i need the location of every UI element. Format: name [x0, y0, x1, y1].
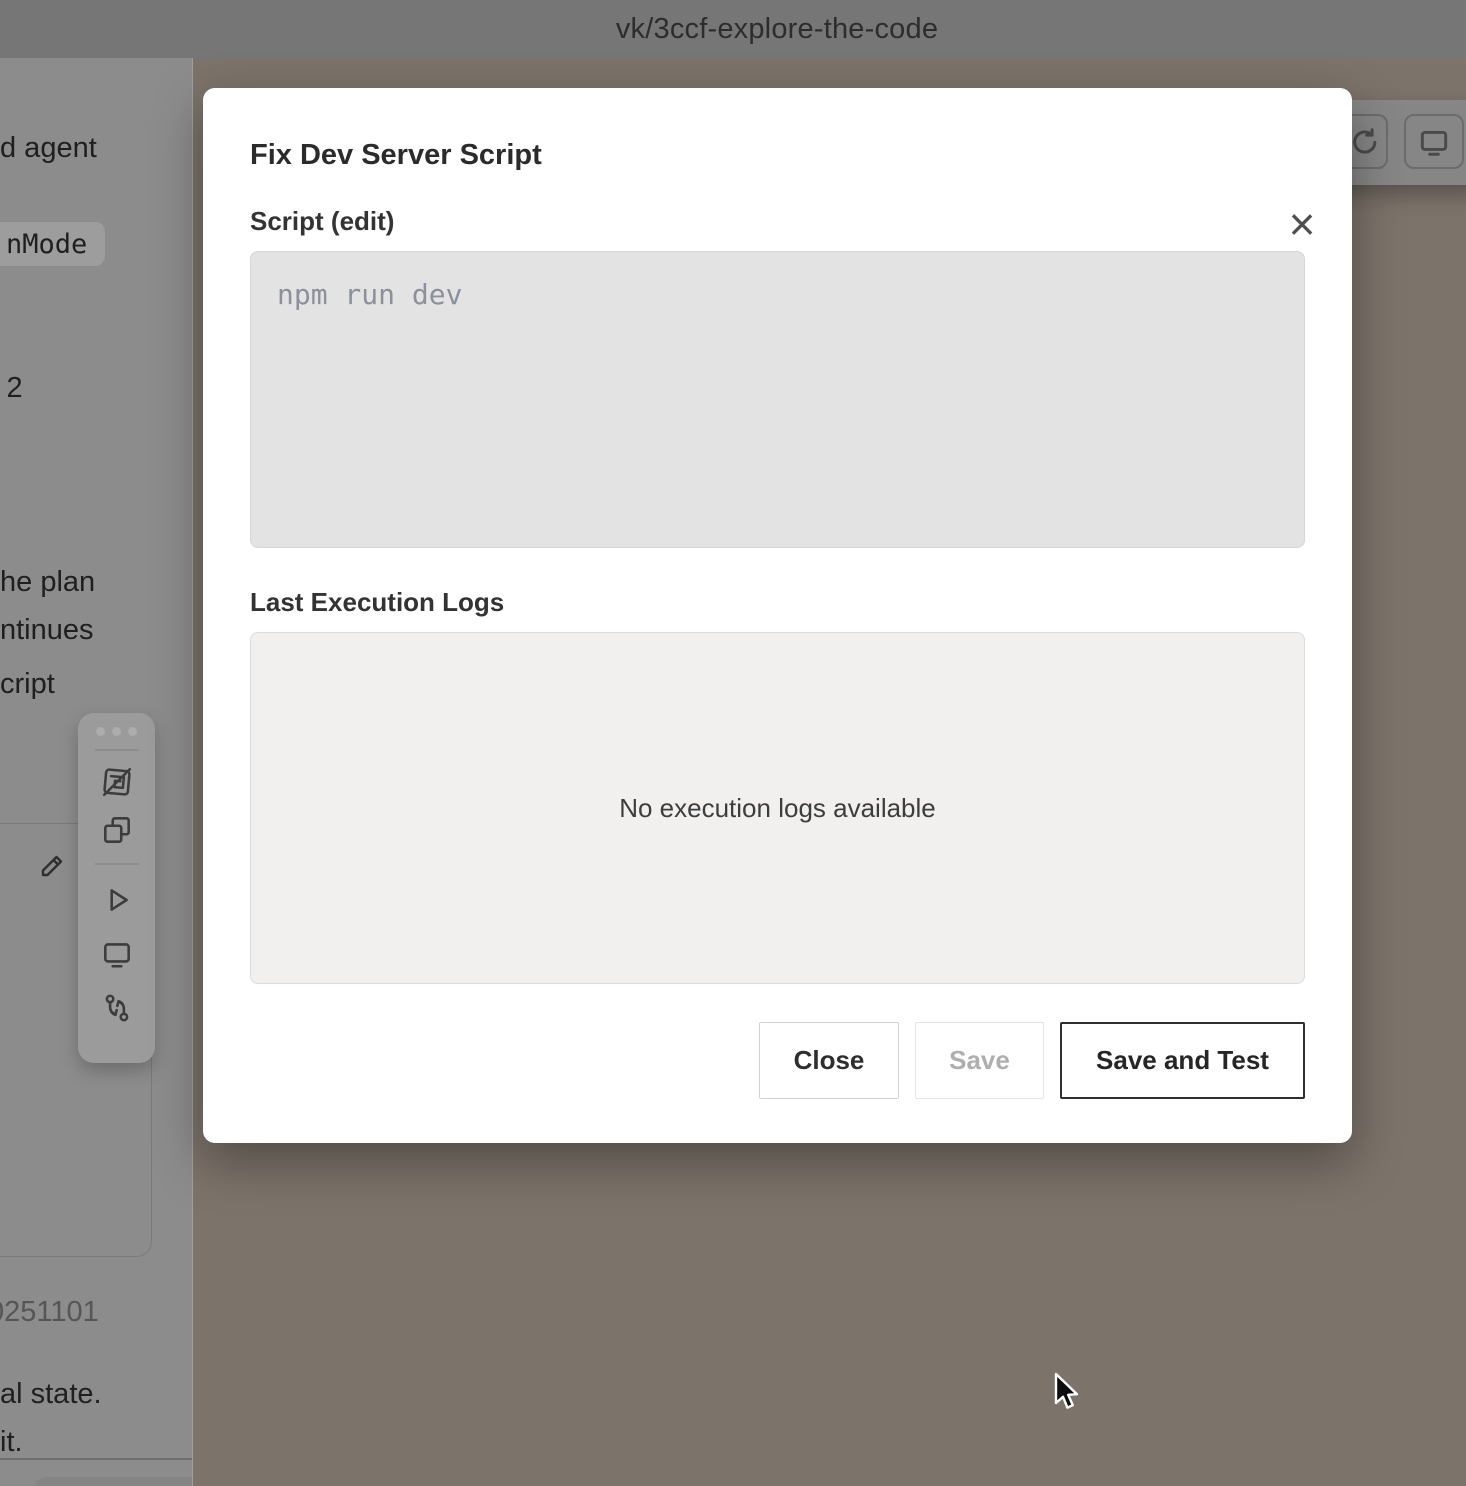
sidebar-divider — [0, 1458, 192, 1460]
close-icon[interactable]: × — [1278, 200, 1326, 248]
git-compare-icon[interactable] — [98, 989, 136, 1027]
monitor-icon — [1420, 130, 1448, 156]
window-title: vk/3ccf-explore-the-code — [615, 12, 939, 45]
copy-icon[interactable] — [98, 811, 136, 849]
save-button[interactable]: Save — [915, 1022, 1044, 1099]
timestamp-fragment: 0251101 — [0, 1296, 99, 1328]
app-logo-icon[interactable] — [98, 763, 136, 801]
drag-handle-icon[interactable] — [96, 727, 137, 736]
toolbar-divider — [94, 749, 139, 751]
monitor-icon[interactable] — [98, 935, 136, 973]
close-button[interactable]: Close — [759, 1022, 899, 1099]
chat-text-fragment: v 2 — [0, 372, 23, 404]
monitor-button[interactable] — [1404, 114, 1464, 169]
chat-text-fragment: cript — [0, 668, 55, 700]
floating-toolbar — [78, 713, 155, 1063]
mouse-cursor — [1053, 1372, 1083, 1419]
chat-text-fragment: it. — [0, 1426, 23, 1458]
edit-pencil-icon[interactable] — [36, 850, 68, 882]
modal-footer: Close Save Save and Test — [250, 1022, 1305, 1099]
fix-dev-server-modal: Fix Dev Server Script × Script (edit) La… — [203, 88, 1352, 1143]
chat-sidebar: d agent nMode v 2 he plan ntinues cript — [0, 58, 193, 1486]
chat-text-fragment: al state. — [0, 1378, 102, 1410]
logs-box: No execution logs available — [250, 632, 1305, 984]
chat-text-fragment: ntinues — [0, 614, 94, 646]
app-window: vk/3ccf-explore-the-code d agent nMode v… — [0, 0, 1466, 1486]
save-and-test-button[interactable]: Save and Test — [1060, 1022, 1305, 1099]
script-label: Script (edit) — [250, 206, 395, 236]
play-icon[interactable] — [98, 881, 136, 919]
script-input[interactable] — [250, 251, 1305, 548]
chat-text-fragment: d agent — [0, 132, 97, 164]
chat-input-partial[interactable] — [33, 1477, 192, 1486]
logs-empty-message: No execution logs available — [619, 792, 936, 823]
window-title-bar: vk/3ccf-explore-the-code — [0, 0, 1466, 58]
toolbar-divider — [94, 863, 139, 865]
code-badge: nMode — [0, 222, 106, 266]
modal-title: Fix Dev Server Script — [250, 139, 542, 171]
logs-label: Last Execution Logs — [250, 587, 505, 617]
chat-text-fragment: he plan — [0, 566, 96, 598]
